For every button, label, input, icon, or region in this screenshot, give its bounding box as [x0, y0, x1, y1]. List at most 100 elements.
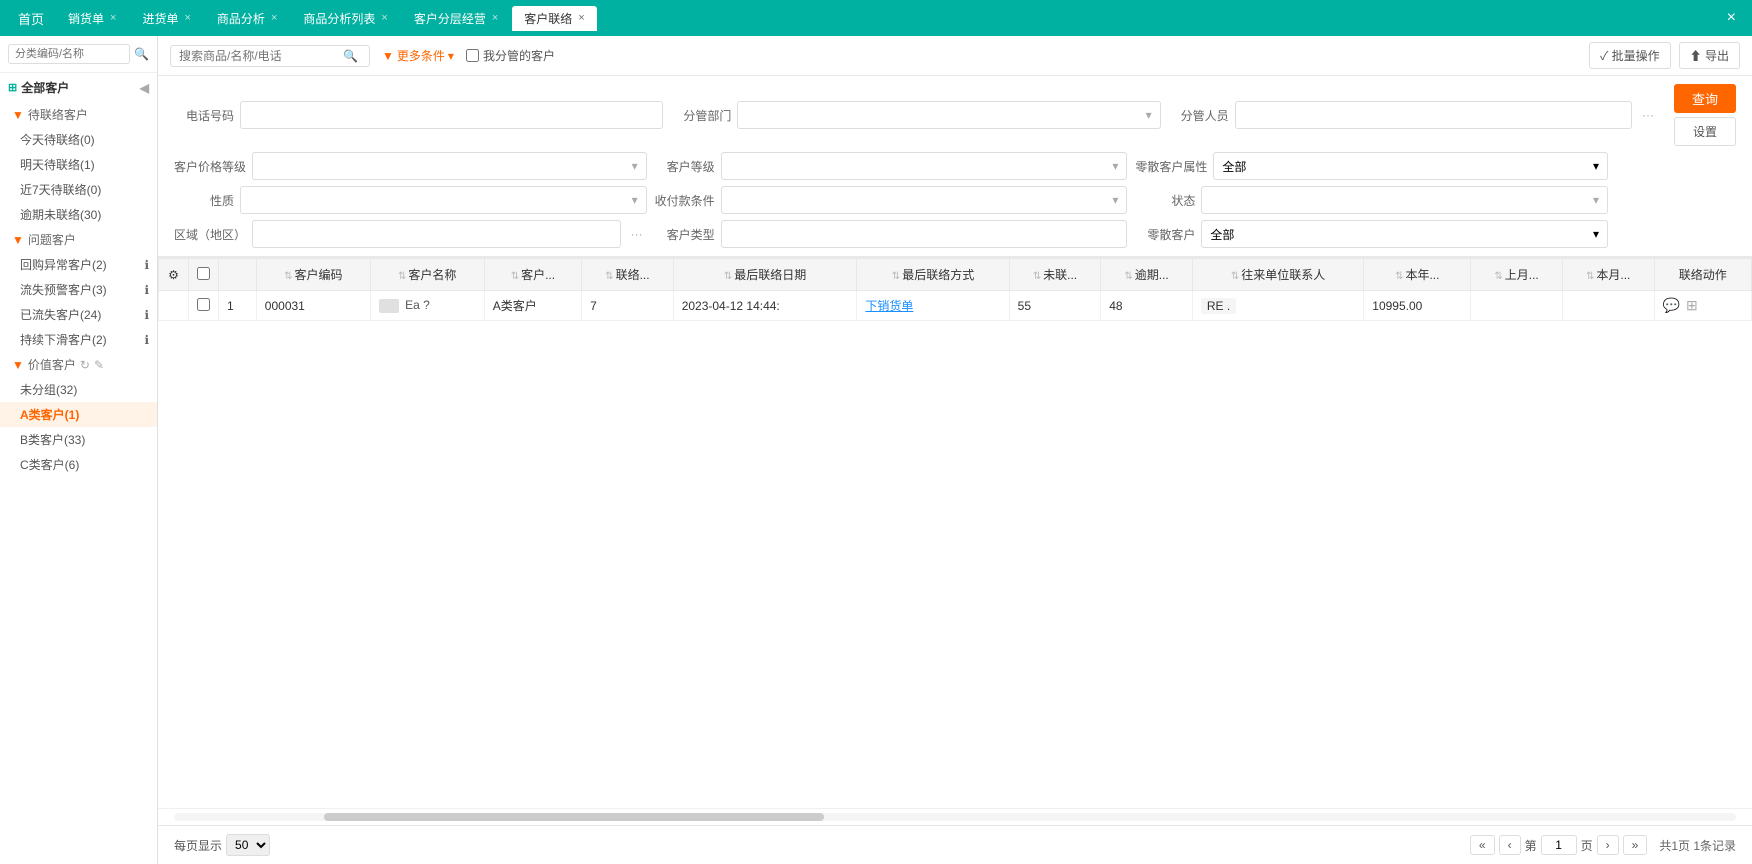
more-action-icon[interactable]: ⊞ [1686, 297, 1698, 314]
customer-level-select[interactable]: ▾ [721, 152, 1128, 180]
status-select[interactable]: ▾ [1201, 186, 1608, 214]
sidebar-item-tomorrow[interactable]: 明天待联络(1) [0, 152, 157, 177]
level-dd-arrow: ▾ [1112, 159, 1118, 173]
sidebar-group-problem[interactable]: ▼ 问题客户 [0, 227, 157, 252]
sidebar-item-repurchase-anomaly[interactable]: 回购异常客户(2) ℹ [0, 252, 157, 277]
top-close-button[interactable]: × [1719, 9, 1744, 27]
sidebar-group-pending[interactable]: ▼ 待联络客户 [0, 102, 157, 127]
contact-action-icon[interactable]: 💬 [1663, 297, 1680, 314]
customer-type-input[interactable] [721, 220, 1128, 248]
filter-actions: ✓ 批量操作 ⬆ 导出 [1589, 42, 1740, 69]
this-month-column-header[interactable]: 本月... [1562, 259, 1654, 291]
prev-page-button[interactable]: ‹ [1499, 835, 1521, 855]
no-contact-column-header[interactable]: 未联... [1009, 259, 1101, 291]
action-btns: 查询 设置 [1666, 84, 1736, 146]
price-level-select[interactable]: ▾ [252, 152, 647, 180]
scrollbar-thumb[interactable] [324, 813, 824, 821]
last-page-button[interactable]: » [1623, 835, 1648, 855]
overdue-column-header[interactable]: 逾期... [1101, 259, 1193, 291]
sidebar-collapse-icon[interactable]: ◀ [140, 81, 149, 95]
nav-tab-sales[interactable]: 销货单 × [56, 6, 128, 31]
last-method-column-header[interactable]: 最后联络方式 [857, 259, 1009, 291]
nav-tab-customer-segment[interactable]: 客户分层经营 × [402, 6, 510, 31]
nav-tab-analysis-list[interactable]: 商品分析列表 × [291, 6, 399, 31]
row-last-date: 2023-04-12 14:44: [673, 291, 857, 321]
sidebar-item-declining[interactable]: 持续下滑客户(2) ℹ [0, 327, 157, 352]
sidebar-item-class-b[interactable]: B类客户(33) [0, 427, 157, 452]
price-level-label: 客户价格等级 [174, 158, 246, 175]
export-button[interactable]: ⬆ 导出 [1679, 42, 1740, 69]
phone-input[interactable] [240, 101, 663, 129]
close-analysis-tab[interactable]: × [271, 12, 277, 24]
manager-more-btn[interactable]: ··· [1638, 106, 1658, 124]
page-input[interactable] [1541, 835, 1577, 855]
select-all-checkbox[interactable] [197, 267, 210, 280]
close-contact-tab[interactable]: × [578, 12, 584, 24]
nature-select[interactable]: ▾ [240, 186, 647, 214]
this-year-column-header[interactable]: 本年... [1364, 259, 1471, 291]
sidebar-item-7days[interactable]: 近7天待联络(0) [0, 177, 157, 202]
checkbox-column-header[interactable] [189, 259, 219, 291]
row-this-year: 10995.00 [1364, 291, 1471, 321]
setting-button[interactable]: 设置 [1674, 117, 1736, 146]
nature-label: 性质 [174, 192, 234, 209]
nav-tab-analysis[interactable]: 商品分析 × [205, 6, 289, 31]
nav-home[interactable]: 首页 [8, 5, 54, 32]
nav-tab-customer-contact[interactable]: 客户联络 × [512, 6, 596, 31]
sidebar-item-ungrouped[interactable]: 未分组(32) [0, 377, 157, 402]
sidebar-item-overdue[interactable]: 逾期未联络(30) [0, 202, 157, 227]
close-purchase-tab[interactable]: × [184, 12, 190, 24]
batch-operation-button[interactable]: ✓ 批量操作 [1589, 42, 1671, 69]
main-search-input[interactable] [179, 49, 339, 63]
row-unit-contact: RE . [1192, 291, 1363, 321]
close-segment-tab[interactable]: × [492, 12, 498, 24]
unit-contact-column-header[interactable]: 往来单位联系人 [1192, 259, 1363, 291]
query-button[interactable]: 查询 [1674, 84, 1736, 113]
sidebar-search-input[interactable] [8, 44, 130, 64]
sidebar-search-icon[interactable]: 🔍 [134, 47, 149, 61]
filter-status: 状态 ▾ [1135, 186, 1608, 214]
filter-row-1: 电话号码 分管部门 ▾ 分管人员 ··· 查询 设置 [174, 84, 1736, 146]
manager-input[interactable] [1235, 101, 1632, 129]
close-sales-tab[interactable]: × [110, 12, 116, 24]
type-column-header[interactable]: 客户... [484, 259, 581, 291]
my-customers-checkbox[interactable] [466, 49, 479, 62]
retail-attr-select[interactable]: 全部 ▾ [1213, 152, 1608, 180]
row-checkbox[interactable] [189, 291, 219, 321]
last-method-link[interactable]: 下销货单 [865, 299, 913, 313]
payment-label: 收付款条件 [655, 192, 715, 209]
last-date-column-header[interactable]: 最后联络日期 [673, 259, 857, 291]
sidebar-item-churn-warning[interactable]: 流失预警客户(3) ℹ [0, 277, 157, 302]
next-page-button[interactable]: › [1597, 835, 1619, 855]
page-size-select[interactable]: 50 [226, 834, 270, 856]
last-month-column-header[interactable]: 上月... [1471, 259, 1563, 291]
horizontal-scrollbar[interactable] [158, 808, 1752, 825]
sidebar-group-value[interactable]: ▼ 价值客户 ↻ ✎ [0, 352, 157, 377]
sidebar-item-churned[interactable]: 已流失客户(24) ℹ [0, 302, 157, 327]
close-analysis-list-tab[interactable]: × [381, 12, 387, 24]
sidebar-item-today[interactable]: 今天待联络(0) [0, 127, 157, 152]
name-column-header[interactable]: 客户名称 [370, 259, 484, 291]
retail-customer-select[interactable]: 全部 ▾ [1201, 220, 1608, 248]
sidebar-all-customers[interactable]: ⊞ 全部客户 ◀ [0, 73, 157, 102]
dept-select[interactable]: ▾ [737, 101, 1160, 129]
sidebar-item-class-c[interactable]: C类客户(6) [0, 452, 157, 477]
region-more-btn[interactable]: ··· [627, 225, 647, 243]
row-overdue: 48 [1101, 291, 1193, 321]
my-customers-filter[interactable]: 我分管的客户 [466, 47, 555, 64]
main-search-container: 🔍 [170, 45, 370, 67]
nav-tab-purchase[interactable]: 进货单 × [130, 6, 202, 31]
region-input[interactable] [252, 220, 621, 248]
sidebar-item-class-a[interactable]: A类客户(1) [0, 402, 157, 427]
first-page-button[interactable]: « [1470, 835, 1495, 855]
more-filters-button[interactable]: ▼ 更多条件 ▾ [382, 47, 454, 64]
code-column-header[interactable]: 客户编码 [256, 259, 370, 291]
row-select-checkbox[interactable] [197, 298, 210, 311]
contact-column-header[interactable]: 联络... [582, 259, 674, 291]
refresh-icon[interactable]: ↻ [80, 358, 90, 372]
payment-select[interactable]: ▾ [721, 186, 1128, 214]
main-search-icon[interactable]: 🔍 [343, 49, 358, 63]
edit-group-icon[interactable]: ✎ [94, 358, 104, 372]
row-last-method[interactable]: 下销货单 [857, 291, 1009, 321]
gear-column-header[interactable]: ⚙ [159, 259, 189, 291]
